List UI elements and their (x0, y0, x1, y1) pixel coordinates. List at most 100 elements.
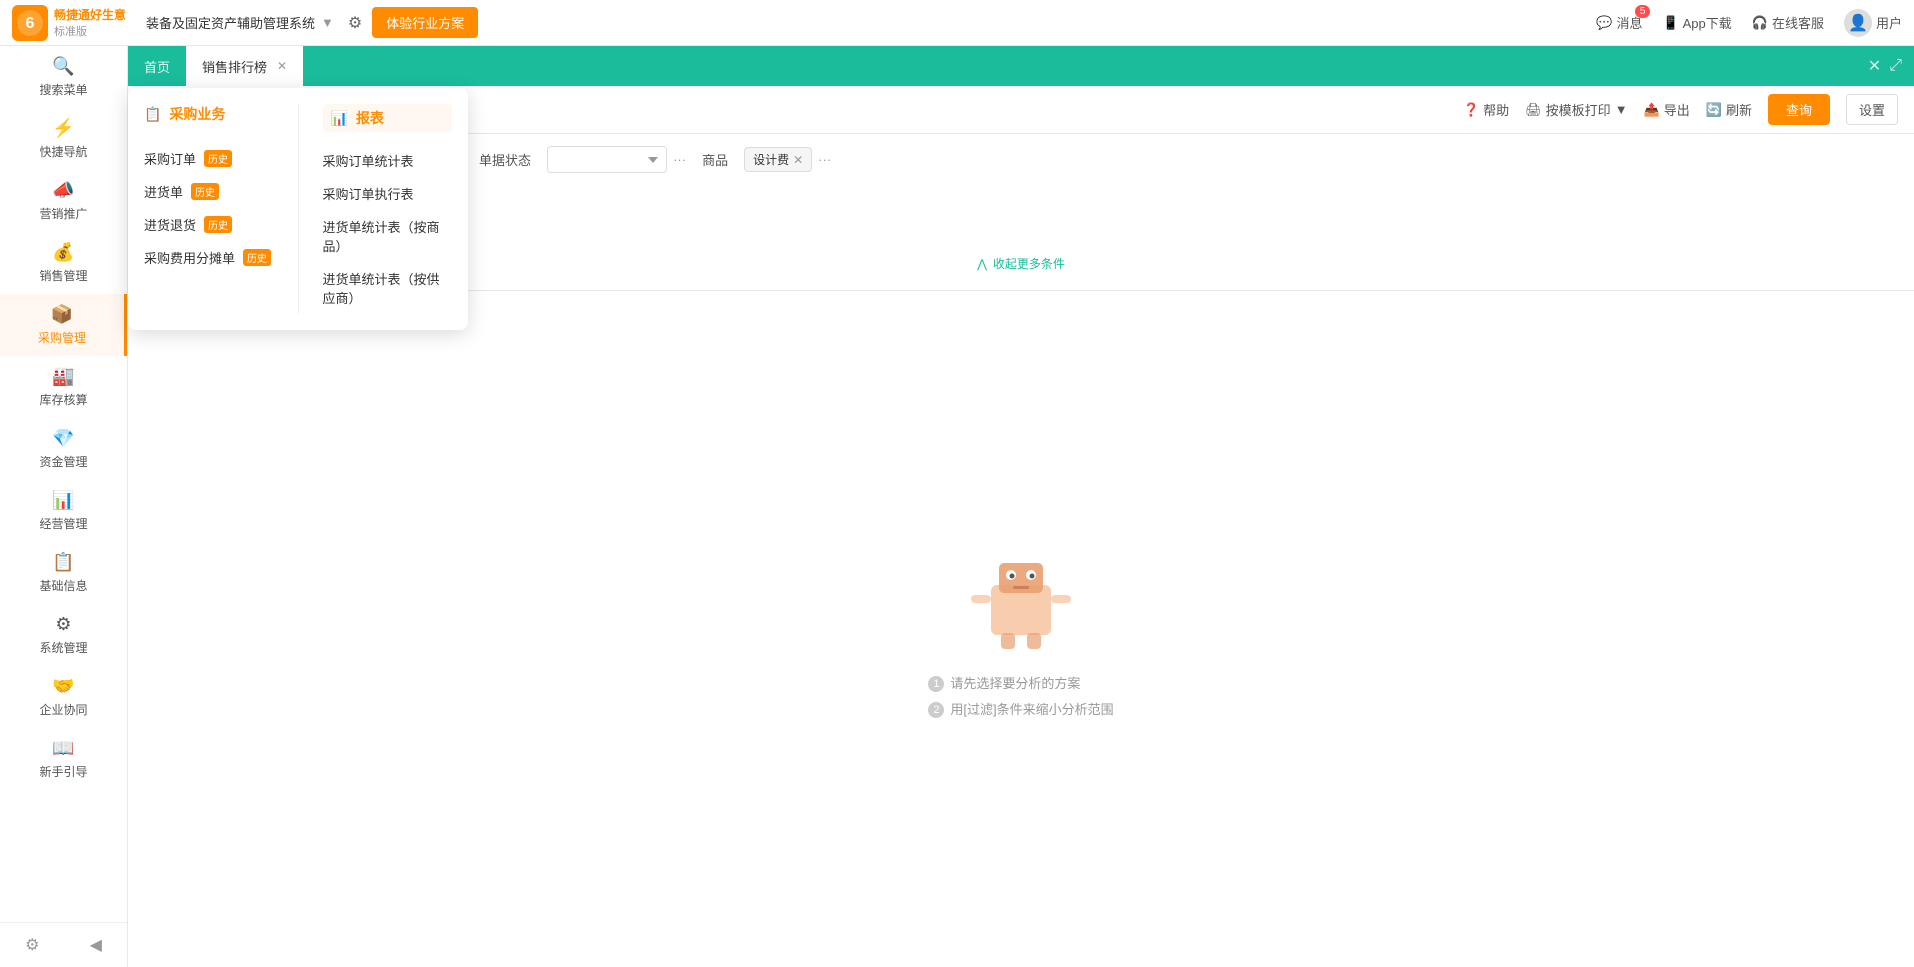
print-icon: 🖨 (1525, 102, 1542, 118)
purchase-dropdown-menu: 📋 采购业务 采购订单 历史 进货单 历史 进货退货 历史 采购费用分摊单 (128, 88, 468, 330)
sidebar-label-marketing: 营销推广 (39, 205, 87, 222)
tab-bar: 首页 销售排行榜 ✕ ✕ ⤢ (128, 46, 1914, 86)
export-btn[interactable]: 📤 导出 (1644, 100, 1690, 119)
tab-close-btn[interactable]: ✕ (277, 59, 287, 73)
report-col-icon: 📊 (331, 110, 348, 127)
svg-text:6: 6 (26, 15, 35, 32)
logo-badge: 标准版 (54, 23, 126, 39)
collapse-icon: ⋀ (977, 257, 987, 271)
handshake-icon: 🤝 (52, 676, 74, 697)
order-status-label: 单据状态 (479, 150, 531, 169)
purchase-col-icon: 📋 (144, 106, 161, 123)
history-badge-4: 历史 (243, 249, 271, 266)
tab-expand-icon[interactable]: ⤢ (1889, 57, 1902, 75)
sidebar-label-purchase: 采购管理 (38, 329, 86, 346)
book-icon: 📖 (52, 738, 74, 759)
sidebar-label-basicinfo: 基础信息 (39, 577, 87, 594)
sidebar-label-cooperation: 企业协同 (39, 701, 87, 718)
search-submit-btn[interactable]: 查询 (1768, 94, 1830, 125)
goods-tag-remove-btn[interactable]: ✕ (793, 153, 803, 167)
sidebar-item-operations[interactable]: 📊 经营管理 (0, 480, 127, 542)
history-badge-3: 历史 (204, 216, 232, 233)
purchase-order-stat-label: 采购订单统计表 (323, 151, 414, 170)
print-btn[interactable]: 🖨 按模板打印 ▼ (1525, 100, 1627, 119)
dropdown-item-purchase-order-exec[interactable]: 采购订单执行表 (323, 177, 453, 210)
sidebar-label-quicknav: 快捷导航 (39, 143, 87, 160)
purchase-order-label: 采购订单 (144, 149, 196, 168)
dropdown-item-stock-in-stat-goods[interactable]: 进货单统计表（按商品） (323, 210, 453, 262)
dropdown-item-purchase-cost[interactable]: 采购费用分摊单 历史 (144, 241, 274, 274)
sidebar-item-cooperation[interactable]: 🤝 企业协同 (0, 666, 127, 728)
logo-icon: 6 (12, 5, 48, 41)
list-icon: 📋 (52, 552, 74, 573)
sidebar-label-operations: 经营管理 (39, 515, 87, 532)
title-dropdown-icon[interactable]: ▼ (321, 15, 334, 30)
search-icon: 🔍 (52, 56, 74, 77)
sidebar-item-sales[interactable]: 💰 销售管理 (0, 232, 127, 294)
user-avatar: 👤 (1844, 9, 1872, 37)
dropdown-item-purchase-order[interactable]: 采购订单 历史 (144, 142, 274, 175)
headset-icon: 🎧 (1752, 15, 1768, 31)
app-container: 6 畅捷通好生意 标准版 装备及固定资产辅助管理系统 ▼ ⚙ 体验行业方案 💬 … (0, 0, 1914, 967)
sidebar-item-quicknav[interactable]: ⚡ 快捷导航 (0, 108, 127, 170)
sidebar-item-marketing[interactable]: 📣 营销推广 (0, 170, 127, 232)
refresh-icon: 🔄 (1706, 102, 1722, 118)
sidebar: 🔍 搜索菜单 ⚡ 快捷导航 📣 营销推广 💰 销售管理 📦 采购管理 (0, 46, 128, 967)
print-dropdown-icon: ▼ (1615, 102, 1628, 117)
dropdown-purchase-col: 📋 采购业务 采购订单 历史 进货单 历史 进货退货 历史 采购费用分摊单 (144, 104, 274, 314)
dropdown-item-stock-in[interactable]: 进货单 历史 (144, 175, 274, 208)
filter-settings-btn[interactable]: 设置 (1846, 94, 1898, 125)
sidebar-collapse-btn[interactable]: ◀ (90, 935, 102, 955)
stock-in-stat-goods-label: 进货单统计表（按商品） (323, 217, 453, 255)
tab-home[interactable]: 首页 (128, 46, 186, 86)
tip-1-text: 请先选择要分析的方案 (950, 671, 1080, 697)
dropdown-item-stock-return[interactable]: 进货退货 历史 (144, 208, 274, 241)
stock-in-label: 进货单 (144, 182, 183, 201)
industry-btn[interactable]: 体验行业方案 (372, 7, 478, 38)
sidebar-label-inventory: 库存核算 (39, 391, 87, 408)
sidebar-item-search[interactable]: 🔍 搜索菜单 (0, 46, 127, 108)
dropdown-item-purchase-order-stat[interactable]: 采购订单统计表 (323, 144, 453, 177)
sidebar-settings-btn[interactable]: ⚙ (25, 935, 39, 955)
order-status-select[interactable] (547, 146, 667, 173)
dropdown-item-stock-in-stat-supplier[interactable]: 进货单统计表（按供应商） (323, 262, 453, 314)
tab-sales-rank[interactable]: 销售排行榜 ✕ (186, 46, 303, 86)
purchase-col-title: 📋 采购业务 (144, 104, 274, 130)
export-label: 导出 (1664, 100, 1690, 119)
tab-bar-actions: ✕ ⤢ (1868, 56, 1914, 76)
sidebar-item-inventory[interactable]: 🏭 库存核算 (0, 356, 127, 418)
inventory-icon: 🏭 (52, 366, 74, 387)
empty-illustration (961, 535, 1081, 655)
tip-1: 1 请先选择要分析的方案 (928, 671, 1113, 697)
sidebar-items: 🔍 搜索菜单 ⚡ 快捷导航 📣 营销推广 💰 销售管理 📦 采购管理 (0, 46, 127, 790)
sidebar-item-purchase[interactable]: 📦 采购管理 (0, 294, 127, 356)
order-status-dots[interactable]: ··· (673, 152, 686, 167)
tip-2: 2 用[过滤]条件来缩小分析范围 (928, 697, 1113, 723)
purchase-icon: 📦 (51, 304, 73, 325)
online-service-btn[interactable]: 🎧 在线客服 (1752, 13, 1824, 32)
notifications-badge: 5 (1635, 5, 1651, 18)
tip-2-text: 用[过滤]条件来缩小分析范围 (950, 697, 1113, 723)
export-icon: 📤 (1644, 102, 1660, 118)
tab-close-window-icon[interactable]: ✕ (1868, 56, 1881, 76)
help-btn[interactable]: ❓ 帮助 (1463, 100, 1509, 119)
notifications-btn[interactable]: 💬 消息 5 (1596, 13, 1642, 32)
goods-tag-text: 设计费 (753, 151, 789, 168)
system-title: 装备及固定资产辅助管理系统 (146, 13, 315, 32)
app-download-btn[interactable]: 📱 App下载 (1662, 13, 1731, 32)
user-menu-btn[interactable]: 👤 用户 (1844, 9, 1902, 37)
sidebar-item-basicinfo[interactable]: 📋 基础信息 (0, 542, 127, 604)
sidebar-label-finance: 资金管理 (39, 453, 87, 470)
lightning-icon: ⚡ (52, 118, 74, 139)
goods-dots[interactable]: ··· (818, 152, 831, 167)
sidebar-label-guide: 新手引导 (39, 763, 87, 780)
help-icon: ❓ (1463, 102, 1479, 118)
sidebar-label-sales: 销售管理 (39, 267, 87, 284)
sidebar-item-guide[interactable]: 📖 新手引导 (0, 728, 127, 790)
refresh-btn[interactable]: 🔄 刷新 (1706, 100, 1752, 119)
help-label: 帮助 (1483, 100, 1509, 119)
sidebar-item-finance[interactable]: 💎 资金管理 (0, 418, 127, 480)
sales-icon: 💰 (52, 242, 74, 263)
sidebar-item-system[interactable]: ⚙ 系统管理 (0, 604, 127, 666)
settings-icon-btn[interactable]: ⚙ (348, 13, 362, 33)
